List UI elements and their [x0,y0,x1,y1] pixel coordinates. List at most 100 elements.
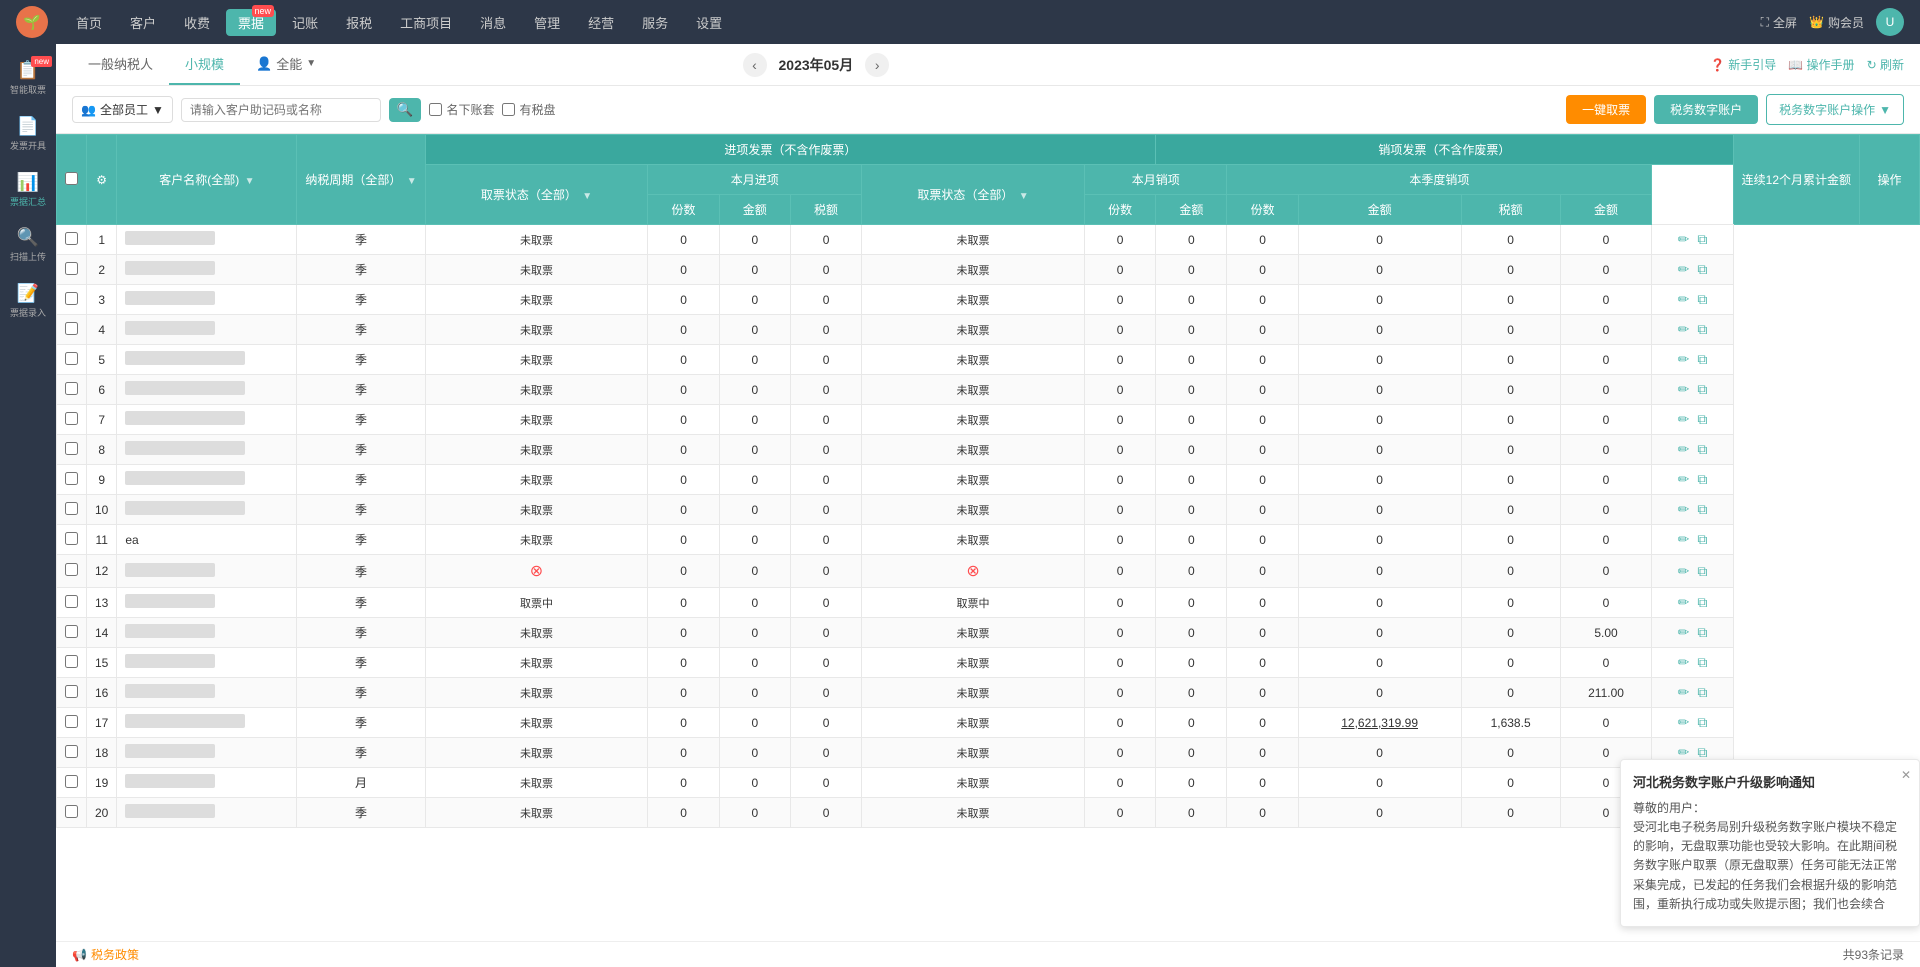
accum-link[interactable]: 5.00 [1594,626,1617,640]
copy-icon[interactable]: ⧉ [1697,714,1707,731]
row-checkbox-cell[interactable] [57,345,87,375]
edit-icon[interactable]: ✏ [1678,563,1690,580]
user-avatar[interactable]: U [1876,8,1904,36]
tax-digital-op-btn[interactable]: 税务数字账户操作 ▼ [1766,94,1904,125]
row-checkbox-cell[interactable] [57,555,87,588]
copy-icon[interactable]: ⧉ [1697,624,1707,641]
accum-link[interactable]: 0 [1603,596,1610,610]
copy-icon[interactable]: ⧉ [1697,291,1707,308]
accum-link[interactable]: 0 [1603,503,1610,517]
select-all-checkbox[interactable] [65,172,78,185]
row-checkbox-cell[interactable] [57,255,87,285]
edit-icon[interactable]: ✏ [1678,471,1690,488]
row-checkbox[interactable] [65,805,78,818]
search-input[interactable] [181,98,381,122]
sidebar-item-scan[interactable]: 🔍 扫描上传 [0,219,56,271]
edit-icon[interactable]: ✏ [1678,411,1690,428]
row-checkbox[interactable] [65,685,78,698]
notification-close-btn[interactable]: ✕ [1901,768,1911,782]
my-accounts-checkbox[interactable]: 名下账套 [429,101,494,118]
accum-link[interactable]: 0 [1603,656,1610,670]
accum-link[interactable]: 0 [1603,323,1610,337]
copy-icon[interactable]: ⧉ [1697,441,1707,458]
row-checkbox[interactable] [65,715,78,728]
accum-link[interactable]: 0 [1603,353,1610,367]
row-checkbox-cell[interactable] [57,768,87,798]
row-checkbox-cell[interactable] [57,618,87,648]
nav-operation[interactable]: 经营 [576,9,626,36]
has-taxpad-check[interactable] [502,103,515,116]
row-checkbox-cell[interactable] [57,588,87,618]
copy-icon[interactable]: ⧉ [1697,231,1707,248]
member-btn[interactable]: 👑 购会员 [1809,14,1864,31]
row-checkbox[interactable] [65,532,78,545]
accum-link[interactable]: 0 [1603,293,1610,307]
nav-tax[interactable]: 报税 [334,9,384,36]
row-checkbox[interactable] [65,412,78,425]
copy-icon[interactable]: ⧉ [1697,471,1707,488]
copy-icon[interactable]: ⧉ [1697,351,1707,368]
prev-month-btn[interactable]: ‹ [743,53,767,77]
one-key-ticket-btn[interactable]: 一键取票 [1566,95,1646,124]
edit-icon[interactable]: ✏ [1678,291,1690,308]
accum-link[interactable]: 211.00 [1588,686,1624,700]
row-checkbox[interactable] [65,232,78,245]
nav-settings[interactable]: 设置 [684,9,734,36]
row-checkbox-cell[interactable] [57,405,87,435]
copy-icon[interactable]: ⧉ [1697,654,1707,671]
edit-icon[interactable]: ✏ [1678,381,1690,398]
row-checkbox[interactable] [65,442,78,455]
row-checkbox[interactable] [65,655,78,668]
accum-link[interactable]: 0 [1603,383,1610,397]
nav-manage[interactable]: 管理 [522,9,572,36]
edit-icon[interactable]: ✏ [1678,261,1690,278]
nav-message[interactable]: 消息 [468,9,518,36]
edit-icon[interactable]: ✏ [1678,501,1690,518]
edit-icon[interactable]: ✏ [1678,684,1690,701]
refresh-btn[interactable]: ↻ 刷新 [1867,56,1904,73]
q-amount-link[interactable]: 12,621,319.99 [1341,716,1418,730]
sidebar-item-summary[interactable]: 📊 票据汇总 [0,164,56,216]
nav-customer[interactable]: 客户 [118,9,168,36]
accum-link[interactable]: 0 [1603,746,1610,760]
copy-icon[interactable]: ⧉ [1697,531,1707,548]
row-checkbox-cell[interactable] [57,738,87,768]
edit-icon[interactable]: ✏ [1678,594,1690,611]
accum-link[interactable]: 0 [1603,716,1610,730]
accum-link[interactable]: 0 [1603,473,1610,487]
edit-icon[interactable]: ✏ [1678,714,1690,731]
accum-link[interactable]: 0 [1603,806,1610,820]
copy-icon[interactable]: ⧉ [1697,594,1707,611]
accum-link[interactable]: 0 [1603,564,1610,578]
copy-icon[interactable]: ⧉ [1697,381,1707,398]
accum-link[interactable]: 0 [1603,413,1610,427]
row-checkbox[interactable] [65,745,78,758]
fullscreen-btn[interactable]: ⛶ 全屏 [1761,14,1797,31]
nav-service[interactable]: 服务 [630,9,680,36]
row-checkbox[interactable] [65,322,78,335]
row-checkbox[interactable] [65,502,78,515]
row-checkbox-cell[interactable] [57,465,87,495]
tab-small-scale[interactable]: 小规模 [169,44,240,85]
edit-icon[interactable]: ✏ [1678,351,1690,368]
row-checkbox-cell[interactable] [57,435,87,465]
accum-link[interactable]: 0 [1603,776,1610,790]
search-button[interactable]: 🔍 [389,98,422,122]
my-accounts-check[interactable] [429,103,442,116]
row-checkbox-cell[interactable] [57,495,87,525]
row-checkbox[interactable] [65,625,78,638]
accum-link[interactable]: 0 [1603,263,1610,277]
sidebar-item-smart-ticket[interactable]: 📋 智能取票 new [0,52,56,104]
has-taxpad-checkbox[interactable]: 有税盘 [502,101,555,118]
row-checkbox-cell[interactable] [57,375,87,405]
row-checkbox-cell[interactable] [57,285,87,315]
accum-link[interactable]: 0 [1603,443,1610,457]
edit-icon[interactable]: ✏ [1678,531,1690,548]
staff-select[interactable]: 👥 全部员工 ▼ [72,96,173,123]
sidebar-item-invoice[interactable]: 📄 发票开具 [0,108,56,160]
edit-icon[interactable]: ✏ [1678,654,1690,671]
row-checkbox[interactable] [65,262,78,275]
row-checkbox-cell[interactable] [57,678,87,708]
manual-btn[interactable]: 📖 操作手册 [1788,56,1854,73]
row-checkbox-cell[interactable] [57,648,87,678]
